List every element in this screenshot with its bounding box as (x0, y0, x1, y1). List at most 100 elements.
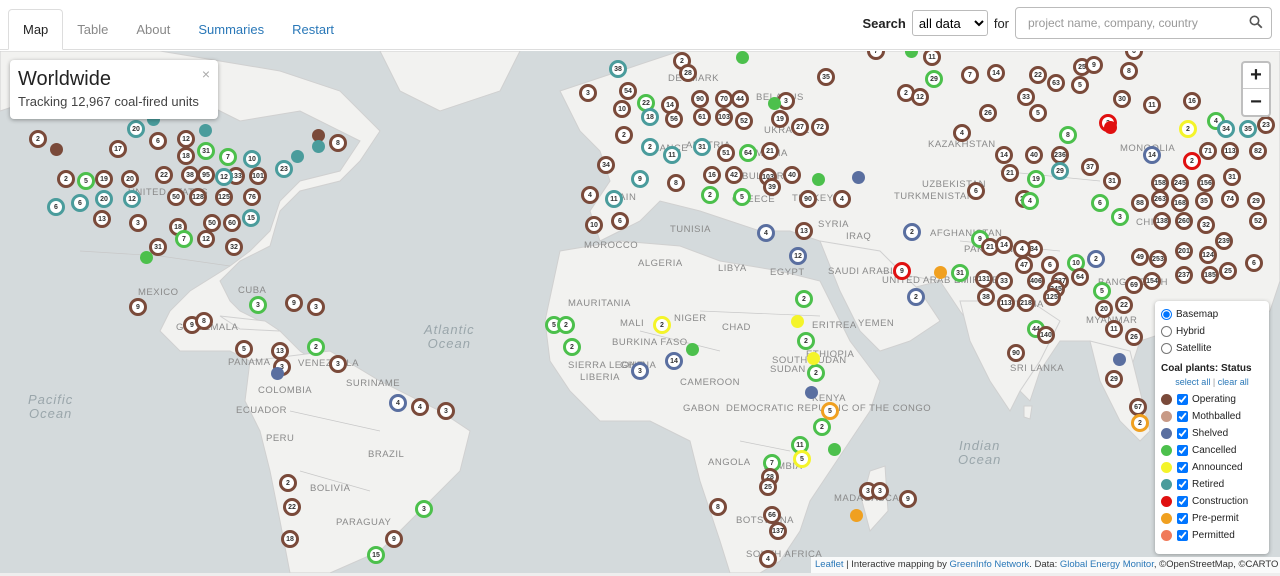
plant-cluster-marker[interactable]: 8 (329, 134, 347, 152)
plant-cluster-marker[interactable]: 27 (791, 118, 809, 136)
plant-cluster-marker[interactable]: 2 (563, 338, 581, 356)
plant-cluster-marker[interactable]: 11 (1143, 96, 1161, 114)
plant-cluster-marker[interactable]: 22 (1029, 66, 1047, 84)
plant-cluster-marker[interactable]: 31 (693, 138, 711, 156)
hybrid-radio[interactable] (1161, 326, 1172, 337)
plant-marker[interactable] (271, 367, 284, 380)
plant-cluster-marker[interactable]: 16 (703, 166, 721, 184)
plant-cluster-marker[interactable]: 38 (977, 288, 995, 306)
basemap-radio[interactable] (1161, 309, 1172, 320)
plant-cluster-marker[interactable]: 3 (1111, 208, 1129, 226)
plant-cluster-marker[interactable]: 5 (733, 188, 751, 206)
plant-cluster-marker[interactable]: 9 (285, 294, 303, 312)
status-row-retired[interactable]: Retired (1161, 476, 1263, 493)
plant-marker[interactable] (1104, 121, 1117, 134)
plant-cluster-marker[interactable]: 74 (1221, 190, 1239, 208)
plant-marker[interactable] (736, 51, 749, 64)
clear-all-link[interactable]: clear all (1218, 377, 1249, 387)
plant-cluster-marker[interactable]: 13 (795, 222, 813, 240)
plant-cluster-marker[interactable]: 2 (1087, 250, 1105, 268)
plant-cluster-marker[interactable]: 25 (759, 478, 777, 496)
hybrid-option[interactable]: Hybrid (1161, 323, 1263, 340)
status-checkbox[interactable] (1177, 479, 1188, 490)
plant-cluster-marker[interactable]: 20 (121, 170, 139, 188)
plant-cluster-marker[interactable]: 40 (783, 166, 801, 184)
plant-cluster-marker[interactable]: 31 (1223, 168, 1241, 186)
plant-cluster-marker[interactable]: 64 (1071, 268, 1089, 286)
plant-cluster-marker[interactable]: 2 (1131, 414, 1149, 432)
plant-cluster-marker[interactable]: 29 (1247, 192, 1265, 210)
plant-cluster-marker[interactable]: 19 (1027, 170, 1045, 188)
plant-cluster-marker[interactable]: 9 (129, 298, 147, 316)
status-row-announced[interactable]: Announced (1161, 459, 1263, 476)
status-checkbox[interactable] (1177, 513, 1188, 524)
plant-cluster-marker[interactable]: 23 (275, 160, 293, 178)
plant-cluster-marker[interactable]: 30 (1113, 90, 1131, 108)
plant-cluster-marker[interactable]: 2 (903, 223, 921, 241)
plant-cluster-marker[interactable]: 12 (197, 230, 215, 248)
plant-cluster-marker[interactable]: 7 (219, 148, 237, 166)
plant-cluster-marker[interactable]: 154 (1143, 272, 1161, 290)
plant-marker[interactable] (791, 315, 804, 328)
plant-cluster-marker[interactable]: 33 (995, 272, 1013, 290)
plant-cluster-marker[interactable]: 6 (47, 198, 65, 216)
plant-cluster-marker[interactable]: 140 (1037, 326, 1055, 344)
plant-cluster-marker[interactable]: 237 (1175, 266, 1193, 284)
status-checkbox[interactable] (1177, 411, 1188, 422)
plant-cluster-marker[interactable]: 38 (609, 60, 627, 78)
close-icon[interactable]: × (202, 66, 210, 82)
plant-cluster-marker[interactable]: 124 (1199, 246, 1217, 264)
plant-cluster-marker[interactable]: 11 (1105, 320, 1123, 338)
tab-map[interactable]: Map (8, 9, 64, 50)
plant-cluster-marker[interactable]: 16 (1183, 92, 1201, 110)
plant-cluster-marker[interactable]: 72 (811, 118, 829, 136)
status-row-permitted[interactable]: Permitted (1161, 527, 1263, 544)
status-row-operating[interactable]: Operating (1161, 391, 1263, 408)
plant-cluster-marker[interactable]: 103 (715, 108, 733, 126)
plant-cluster-marker[interactable]: 5 (793, 450, 811, 468)
plant-cluster-marker[interactable]: 15 (242, 209, 260, 227)
plant-cluster-marker[interactable]: 2 (797, 332, 815, 350)
plant-cluster-marker[interactable]: 2 (807, 364, 825, 382)
plant-cluster-marker[interactable]: 14 (1143, 146, 1161, 164)
plant-marker[interactable] (312, 140, 325, 153)
plant-cluster-marker[interactable]: 4 (833, 190, 851, 208)
plant-cluster-marker[interactable]: 3 (631, 362, 649, 380)
status-checkbox[interactable] (1177, 496, 1188, 507)
plant-cluster-marker[interactable]: 3 (307, 298, 325, 316)
plant-cluster-marker[interactable]: 49 (1131, 248, 1149, 266)
plant-cluster-marker[interactable]: 8 (195, 312, 213, 330)
plant-cluster-marker[interactable]: 35 (1239, 120, 1257, 138)
plant-cluster-marker[interactable]: 37 (1081, 158, 1099, 176)
plant-cluster-marker[interactable]: 6 (611, 212, 629, 230)
plant-cluster-marker[interactable]: 3 (579, 84, 597, 102)
tab-about[interactable]: About (122, 9, 184, 50)
plant-cluster-marker[interactable]: 35 (817, 68, 835, 86)
plant-cluster-marker[interactable]: 22 (1115, 296, 1133, 314)
plant-cluster-marker[interactable]: 35 (1195, 192, 1213, 210)
plant-marker[interactable] (140, 251, 153, 264)
plant-cluster-marker[interactable]: 88 (1131, 194, 1149, 212)
plant-cluster-marker[interactable]: 10 (613, 100, 631, 118)
plant-cluster-marker[interactable]: 40 (1025, 146, 1043, 164)
plant-cluster-marker[interactable]: 20 (1095, 300, 1113, 318)
plant-cluster-marker[interactable]: 4 (953, 124, 971, 142)
plant-marker[interactable] (199, 124, 212, 137)
plant-marker[interactable] (850, 509, 863, 522)
plant-cluster-marker[interactable]: 8 (667, 174, 685, 192)
plant-cluster-marker[interactable]: 2 (57, 170, 75, 188)
plant-cluster-marker[interactable]: 18 (281, 530, 299, 548)
plant-cluster-marker[interactable]: 7 (961, 66, 979, 84)
world-map[interactable]: MEXICO CUBA COLOMBIA ECUADOR PERU BRAZIL BOLIV… (0, 51, 1280, 573)
plant-cluster-marker[interactable]: 218 (1017, 294, 1035, 312)
plant-cluster-marker[interactable]: 12 (215, 168, 233, 186)
plant-cluster-marker[interactable]: 52 (1249, 212, 1267, 230)
plant-cluster-marker[interactable]: 137 (769, 522, 787, 540)
plant-cluster-marker[interactable]: 138 (1153, 212, 1171, 230)
plant-cluster-marker[interactable]: 13 (93, 210, 111, 228)
status-checkbox[interactable] (1177, 394, 1188, 405)
plant-cluster-marker[interactable]: 4 (389, 394, 407, 412)
plant-cluster-marker[interactable]: 7 (175, 230, 193, 248)
plant-cluster-marker[interactable]: 2 (615, 126, 633, 144)
plant-cluster-marker[interactable]: 4 (581, 186, 599, 204)
